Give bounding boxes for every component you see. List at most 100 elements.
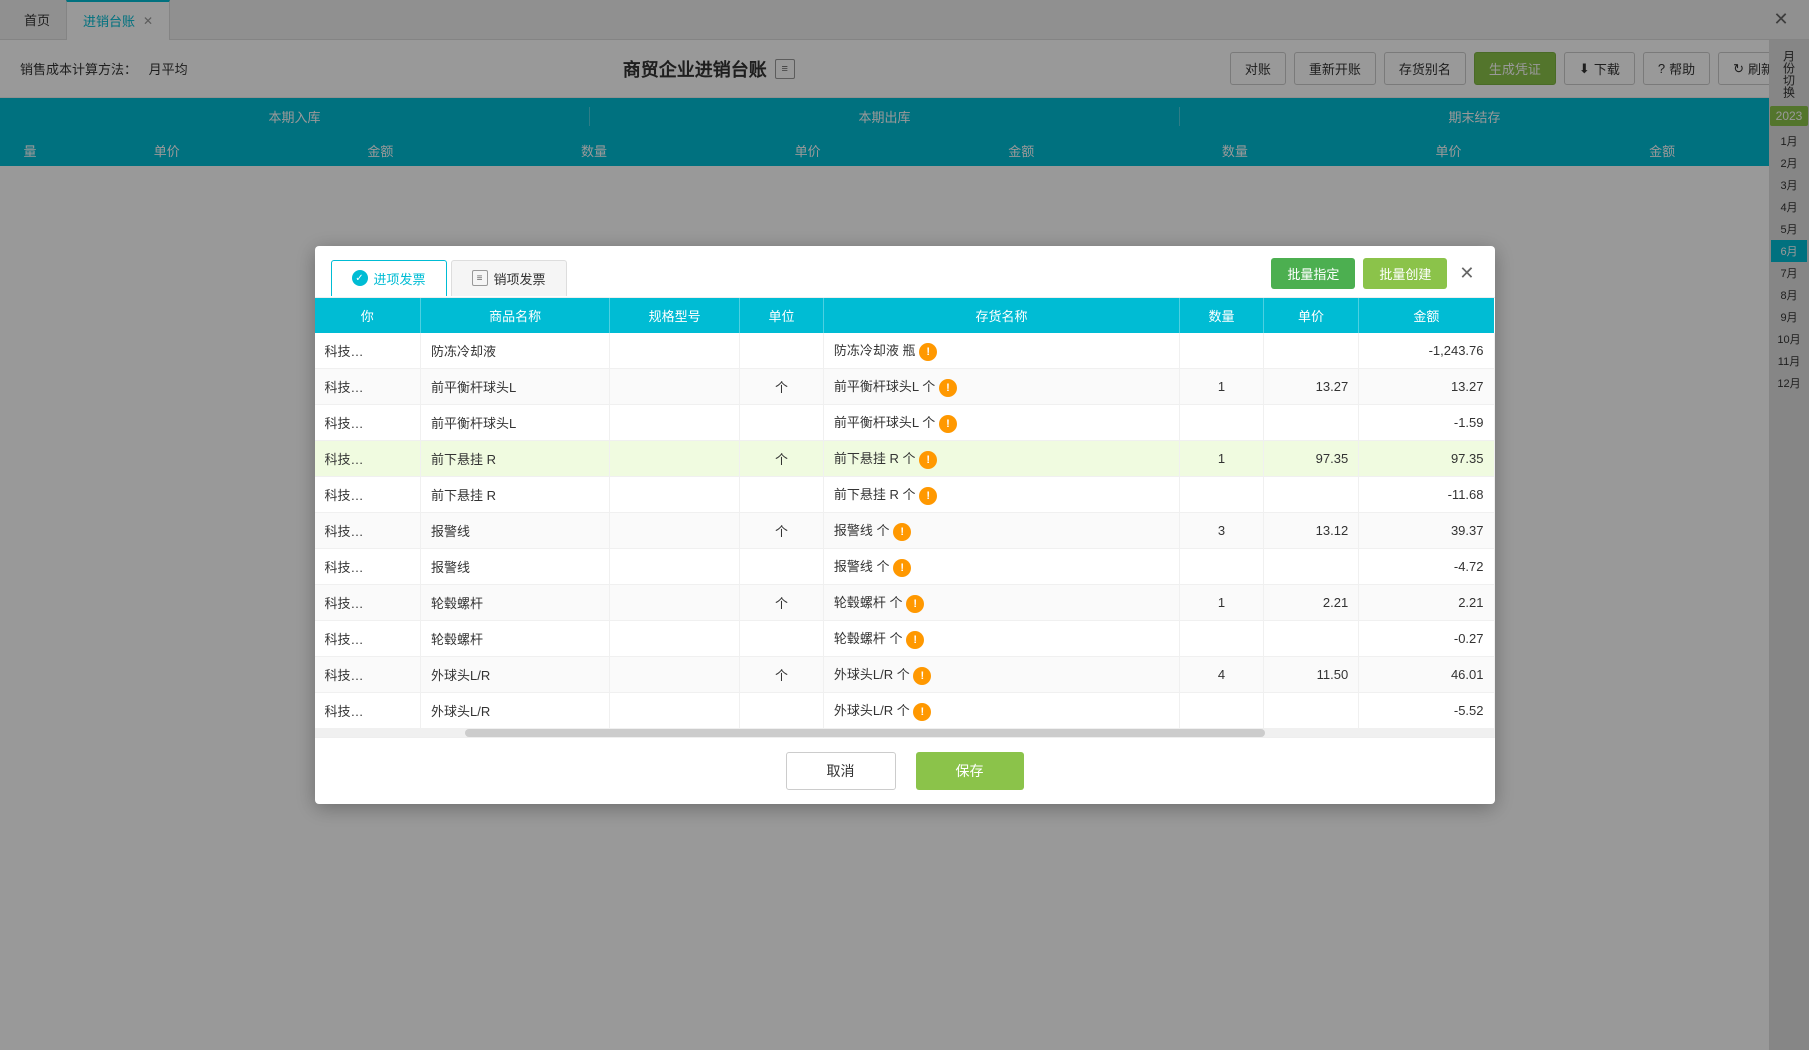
cell-qty [1180,333,1264,369]
main-area: 销售成本计算方法： 月平均 商贸企业进销台账 ≡ 对账 重新开账 存货别名 生成… [0,40,1809,1050]
cell-price: 13.27 [1263,369,1358,405]
cell-inventory: 前下悬挂 R 个 ! [823,441,1179,477]
cell-spec [610,477,740,513]
modal-header: ✓ 进项发票 ≡ 销项发票 批量指定 批量创建 ✕ [315,246,1495,298]
th-spec: 规格型号 [610,298,740,333]
save-button[interactable]: 保存 [916,752,1024,790]
modal-table-container[interactable]: 你 商品名称 规格型号 单位 存货名称 数量 单价 金额 科技…防冻冷却液防冻冷… [315,298,1495,729]
cell-spec [610,693,740,729]
cell-qty: 1 [1180,441,1264,477]
cell-supplier: 科技… [315,657,421,693]
cell-supplier: 科技… [315,477,421,513]
th-product: 商品名称 [420,298,609,333]
cell-amount: 2.21 [1359,585,1494,621]
cell-spec [610,657,740,693]
cell-inventory: 外球头L/R 个 ! [823,657,1179,693]
cell-price: 2.21 [1263,585,1358,621]
modal-horizontal-scrollbar[interactable] [315,729,1495,737]
cell-qty: 1 [1180,585,1264,621]
cell-unit [740,693,824,729]
cell-inventory: 轮毂螺杆 个 ! [823,585,1179,621]
tab-jinxiang-label: 进项发票 [374,269,426,288]
cell-spec [610,441,740,477]
warn-icon: ! [893,559,911,577]
cell-spec [610,513,740,549]
warn-icon: ! [919,451,937,469]
table-row: 科技…外球头L/R外球头L/R 个 !-5.52 [315,693,1495,729]
table-row: 科技…外球头L/R个外球头L/R 个 !411.5046.01 [315,657,1495,693]
cell-supplier: 科技… [315,585,421,621]
table-row: 科技…前平衡杆球头L前平衡杆球头L 个 !-1.59 [315,405,1495,441]
cell-product: 轮毂螺杆 [420,621,609,657]
table-row: 科技…前下悬挂 R个前下悬挂 R 个 !197.3597.35 [315,441,1495,477]
cell-supplier: 科技… [315,621,421,657]
tab-xiaoxiang[interactable]: ≡ 销项发票 [451,260,567,296]
cell-spec [610,405,740,441]
batch-assign-button[interactable]: 批量指定 [1271,258,1355,289]
warn-icon: ! [913,703,931,721]
cell-price: 11.50 [1263,657,1358,693]
table-row: 科技…报警线个报警线 个 !313.1239.37 [315,513,1495,549]
cell-qty [1180,477,1264,513]
tab-xiaoxiang-label: 销项发票 [494,269,546,288]
cell-qty [1180,693,1264,729]
cell-spec [610,585,740,621]
cell-spec [610,369,740,405]
tab-jinxiang[interactable]: ✓ 进项发票 [331,260,447,296]
cell-unit [740,477,824,513]
table-row: 科技…轮毂螺杆轮毂螺杆 个 !-0.27 [315,621,1495,657]
cell-amount: 46.01 [1359,657,1494,693]
cell-price [1263,621,1358,657]
cell-supplier: 科技… [315,513,421,549]
cell-qty: 1 [1180,369,1264,405]
cell-price: 13.12 [1263,513,1358,549]
cell-amount: 39.37 [1359,513,1494,549]
cell-price [1263,333,1358,369]
modal-close-button[interactable]: ✕ [1455,263,1478,284]
table-row: 科技…报警线报警线 个 !-4.72 [315,549,1495,585]
cell-inventory: 防冻冷却液 瓶 ! [823,333,1179,369]
cell-qty [1180,405,1264,441]
cell-product: 报警线 [420,549,609,585]
warn-icon: ! [906,595,924,613]
invoice-out-icon: ≡ [472,270,488,286]
table-row: 科技…防冻冷却液防冻冷却液 瓶 !-1,243.76 [315,333,1495,369]
cell-supplier: 科技… [315,369,421,405]
cell-supplier: 科技… [315,693,421,729]
cell-supplier: 科技… [315,549,421,585]
cell-amount: -0.27 [1359,621,1494,657]
cell-unit [740,621,824,657]
cell-product: 前下悬挂 R [420,477,609,513]
cell-unit: 个 [740,369,824,405]
cell-amount: -1,243.76 [1359,333,1494,369]
modal-data-table: 你 商品名称 规格型号 单位 存货名称 数量 单价 金额 科技…防冻冷却液防冻冷… [315,298,1495,729]
batch-create-button[interactable]: 批量创建 [1363,258,1447,289]
warn-icon: ! [919,487,937,505]
cell-inventory: 前平衡杆球头L 个 ! [823,369,1179,405]
cell-qty: 3 [1180,513,1264,549]
cell-amount: -1.59 [1359,405,1494,441]
cell-spec [610,621,740,657]
table-row: 科技…轮毂螺杆个轮毂螺杆 个 !12.212.21 [315,585,1495,621]
cell-price [1263,549,1358,585]
scrollbar-thumb [465,729,1265,737]
th-price: 单价 [1263,298,1358,333]
cell-spec [610,333,740,369]
warn-icon: ! [893,523,911,541]
cell-price [1263,477,1358,513]
cell-product: 外球头L/R [420,693,609,729]
th-unit: 单位 [740,298,824,333]
cell-unit [740,549,824,585]
cell-qty [1180,549,1264,585]
cell-product: 报警线 [420,513,609,549]
modal-footer: 取消 保存 [315,737,1495,804]
cell-qty [1180,621,1264,657]
cell-price: 97.35 [1263,441,1358,477]
warn-icon: ! [906,631,924,649]
modal-header-actions: 批量指定 批量创建 ✕ [1271,258,1478,297]
cell-unit [740,405,824,441]
th-inventory: 存货名称 [823,298,1179,333]
cancel-button[interactable]: 取消 [786,752,896,790]
cell-supplier: 科技… [315,333,421,369]
cell-inventory: 前下悬挂 R 个 ! [823,477,1179,513]
